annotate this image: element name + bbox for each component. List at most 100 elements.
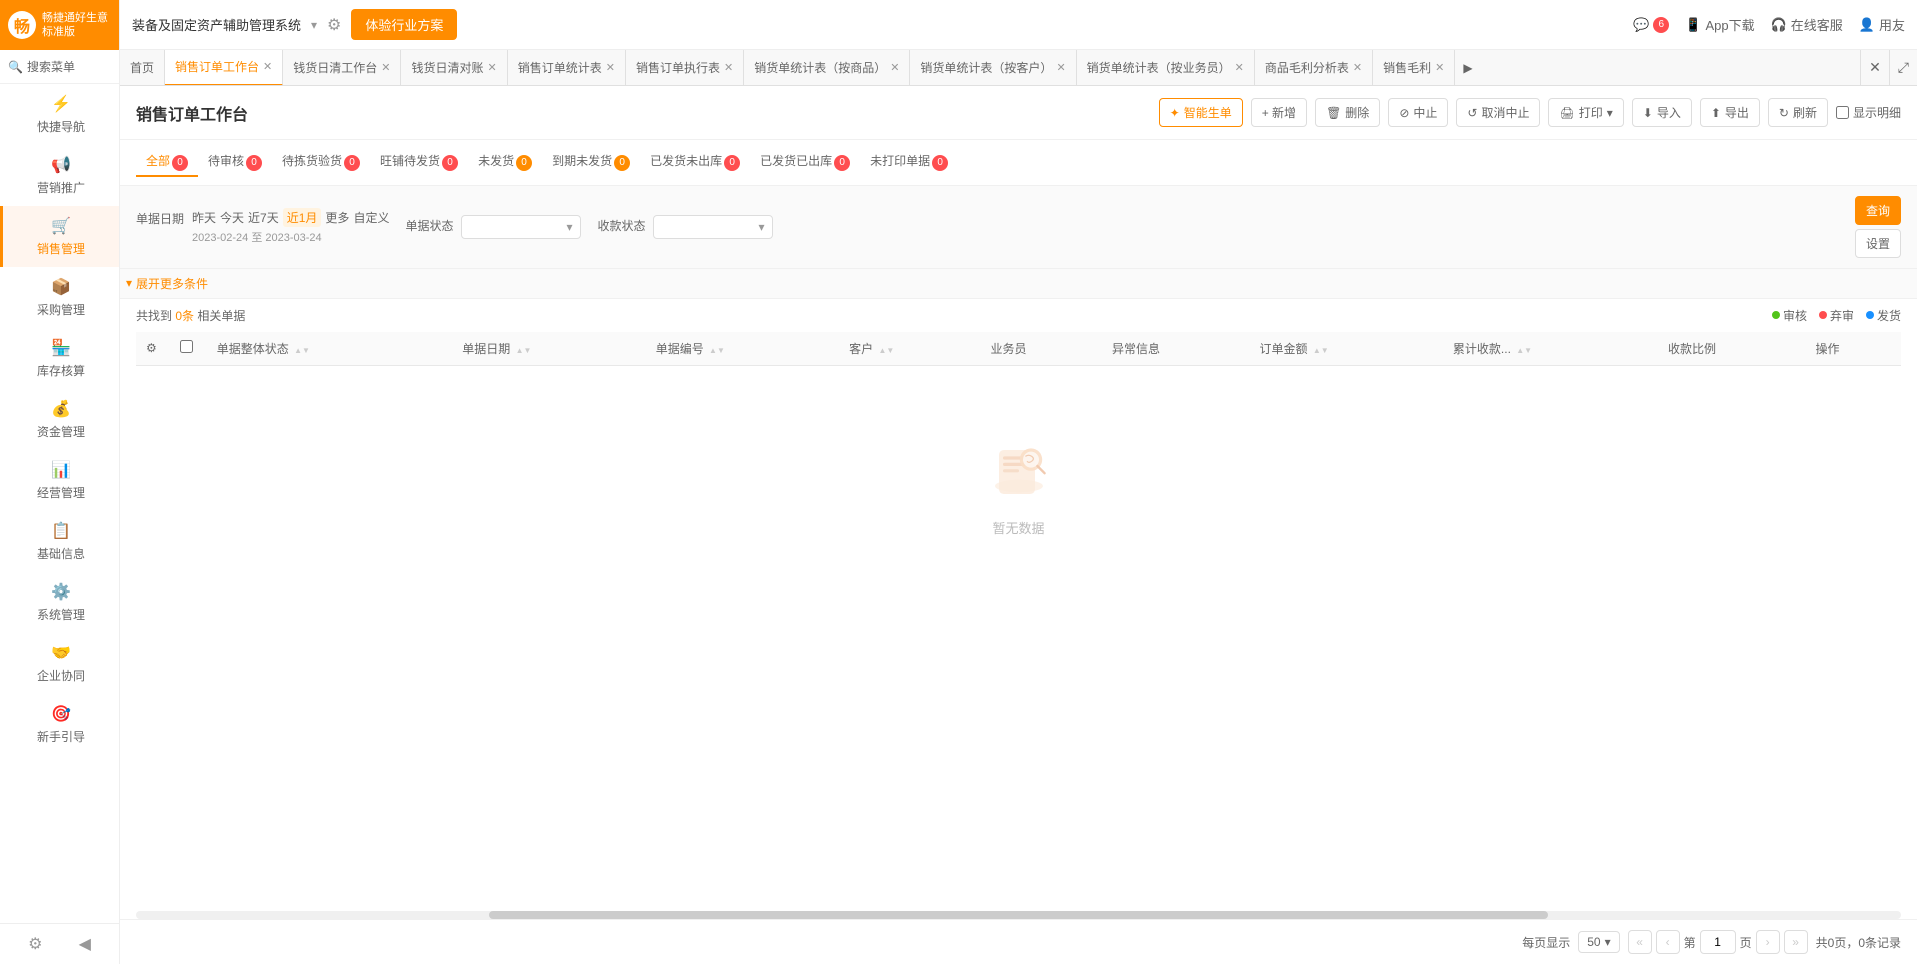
last-page-btn[interactable]: » bbox=[1784, 930, 1808, 954]
date-option-today[interactable]: 今天 bbox=[220, 209, 244, 226]
tab-shipment-product[interactable]: 销货单统计表（按商品） ✕ bbox=[744, 50, 910, 86]
sidebar-item-inventory[interactable]: 🏪 库存核算 bbox=[0, 328, 119, 389]
tab-close-sales-order[interactable]: ✕ bbox=[263, 60, 272, 73]
filter-tab-all[interactable]: 全部0 bbox=[136, 148, 198, 177]
delete-button[interactable]: 🗑 删除 bbox=[1315, 98, 1380, 127]
col-gear-icon[interactable]: ⚙ bbox=[146, 341, 157, 355]
sidebar-item-sales[interactable]: 🛒 销售管理 bbox=[0, 206, 119, 267]
sidebar-item-marketing[interactable]: 📢 营销推广 bbox=[0, 145, 119, 206]
module-dropdown-icon[interactable]: ▾ bbox=[311, 18, 317, 32]
tab-close-cash-daily[interactable]: ✕ bbox=[381, 61, 390, 74]
filter-tab-pending-inspection[interactable]: 待拣货验货0 bbox=[272, 148, 370, 177]
sidebar-item-operations[interactable]: 📊 经营管理 bbox=[0, 450, 119, 511]
review-action[interactable]: 审核 bbox=[1772, 307, 1807, 324]
filter-tab-pending-review[interactable]: 待审核0 bbox=[198, 148, 272, 177]
expand-conditions-btn[interactable]: ▾ 展开更多条件 bbox=[126, 275, 1911, 292]
settings-icon[interactable]: ⚙ bbox=[28, 934, 42, 954]
payment-select[interactable]: ▾ bbox=[653, 215, 773, 239]
add-button[interactable]: + 新增 bbox=[1251, 98, 1307, 127]
cancel-stop-button[interactable]: ↺ 取消中止 bbox=[1456, 98, 1540, 127]
sidebar-item-basic[interactable]: 📋 基础信息 bbox=[0, 511, 119, 572]
sidebar-item-guide[interactable]: 🎯 新手引导 bbox=[0, 694, 119, 755]
collapse-icon[interactable]: ◀ bbox=[79, 934, 91, 954]
stop-button[interactable]: ⊘ 中止 bbox=[1388, 98, 1448, 127]
tab-close-shipment-staff[interactable]: ✕ bbox=[1235, 61, 1244, 74]
tab-margin[interactable]: 商品毛利分析表 ✕ bbox=[1255, 50, 1373, 86]
tab-close-sales-exec[interactable]: ✕ bbox=[724, 61, 733, 74]
tab-sales-exec[interactable]: 销售订单执行表 ✕ bbox=[626, 50, 744, 86]
col-status-sort[interactable]: ▲▼ bbox=[294, 346, 310, 355]
col-date-sort[interactable]: ▲▼ bbox=[516, 346, 532, 355]
first-page-btn[interactable]: « bbox=[1628, 930, 1652, 954]
date-option-7days[interactable]: 近7天 bbox=[248, 209, 279, 226]
tab-close-shipment-product[interactable]: ✕ bbox=[890, 61, 899, 74]
col-amount-sort[interactable]: ▲▼ bbox=[1313, 346, 1329, 355]
ship-action[interactable]: 发货 bbox=[1866, 307, 1901, 324]
cancel-review-action[interactable]: 弃审 bbox=[1819, 307, 1854, 324]
sidebar-item-enterprise[interactable]: 🤝 企业协同 bbox=[0, 633, 119, 694]
status-select[interactable]: ▾ bbox=[461, 215, 581, 239]
filter-tab-shipped-not-out[interactable]: 已发货未出库0 bbox=[640, 148, 750, 177]
export-button[interactable]: ⬆ 导出 bbox=[1700, 98, 1760, 127]
topbar-gear-icon[interactable]: ⚙ bbox=[327, 15, 341, 35]
tab-prev-btn[interactable]: ✕ bbox=[1860, 50, 1889, 86]
filter-tab-overdue-not-shipped[interactable]: 到期未发货0 bbox=[542, 148, 640, 177]
tab-more-btn[interactable]: ▶ bbox=[1455, 61, 1480, 75]
col-number-sort[interactable]: ▲▼ bbox=[709, 346, 725, 355]
tab-shipment-customer[interactable]: 销货单统计表（按客户） ✕ bbox=[910, 50, 1076, 86]
query-button[interactable]: 查询 bbox=[1855, 196, 1901, 225]
sidebar-item-purchase[interactable]: 📦 采购管理 bbox=[0, 267, 119, 328]
col-status: 单据整体状态 ▲▼ bbox=[207, 332, 452, 366]
detail-checkbox[interactable] bbox=[1836, 106, 1849, 119]
tab-cash-daily[interactable]: 钱货日清工作台 ✕ bbox=[283, 50, 401, 86]
print-dropdown-icon: ▾ bbox=[1607, 106, 1613, 120]
tab-fullscreen-btn[interactable]: ⤢ bbox=[1889, 50, 1917, 86]
date-option-yesterday[interactable]: 昨天 bbox=[192, 209, 216, 226]
tab-close-margin[interactable]: ✕ bbox=[1353, 61, 1362, 74]
sidebar-item-quicknav[interactable]: ⚡ 快捷导航 bbox=[0, 84, 119, 145]
select-all-checkbox[interactable] bbox=[180, 340, 193, 353]
cancel-stop-icon: ↺ bbox=[1467, 106, 1477, 120]
tab-sales-order[interactable]: 销售订单工作台 ✕ bbox=[165, 50, 283, 86]
tab-shipment-staff[interactable]: 销货单统计表（按业务员） ✕ bbox=[1077, 50, 1255, 86]
tab-sales-stat[interactable]: 销售订单统计表 ✕ bbox=[508, 50, 626, 86]
app-download-btn[interactable]: 📱 App下载 bbox=[1685, 15, 1754, 34]
import-btn-label: 导入 bbox=[1657, 104, 1681, 121]
prev-page-btn[interactable]: ‹ bbox=[1656, 930, 1680, 954]
tab-close-cash-reconcile[interactable]: ✕ bbox=[488, 61, 497, 74]
import-button[interactable]: ⬇ 导入 bbox=[1632, 98, 1692, 127]
date-option-more[interactable]: 更多 bbox=[325, 209, 349, 226]
tab-close-sales-stat[interactable]: ✕ bbox=[606, 61, 615, 74]
date-option-custom[interactable]: 自定义 bbox=[353, 209, 389, 226]
print-button[interactable]: 🖨 打印 ▾ bbox=[1548, 98, 1623, 127]
tab-cash-reconcile[interactable]: 钱货日清对账 ✕ bbox=[401, 50, 507, 86]
horizontal-scrollbar[interactable] bbox=[136, 911, 1901, 919]
col-collected-sort[interactable]: ▲▼ bbox=[1516, 346, 1532, 355]
date-option-1month[interactable]: 近1月 bbox=[283, 208, 322, 227]
filter-tab-not-shipped[interactable]: 未发货0 bbox=[468, 148, 542, 177]
tab-close-sales-gross[interactable]: ✕ bbox=[1435, 61, 1444, 74]
page-size-select[interactable]: 50 ▾ bbox=[1578, 931, 1619, 953]
scroll-thumb[interactable] bbox=[489, 911, 1548, 919]
settings-filter-button[interactable]: 设置 bbox=[1855, 229, 1901, 258]
sidebar-search[interactable]: 🔍 搜索菜单 bbox=[0, 50, 119, 84]
module-title: 装备及固定资产辅助管理系统 bbox=[132, 15, 301, 34]
page-input[interactable] bbox=[1700, 930, 1736, 954]
online-service-btn[interactable]: 🎧 在线客服 bbox=[1771, 15, 1843, 34]
user-menu-btn[interactable]: 👤 用友 bbox=[1859, 15, 1905, 34]
sidebar-item-system[interactable]: ⚙️ 系统管理 bbox=[0, 572, 119, 633]
detail-checkbox-label[interactable]: 显示明细 bbox=[1836, 104, 1901, 121]
refresh-button[interactable]: ↻ 刷新 bbox=[1768, 98, 1828, 127]
filter-tab-shipped-out[interactable]: 已发货已出库0 bbox=[750, 148, 860, 177]
solution-button[interactable]: 体验行业方案 bbox=[351, 9, 457, 40]
filter-tab-not-printed[interactable]: 未打印单据0 bbox=[860, 148, 958, 177]
message-btn[interactable]: 💬 6 bbox=[1633, 17, 1669, 33]
tab-close-shipment-customer[interactable]: ✕ bbox=[1056, 61, 1065, 74]
next-page-btn[interactable]: › bbox=[1756, 930, 1780, 954]
col-customer-sort[interactable]: ▲▼ bbox=[878, 346, 894, 355]
tab-home[interactable]: 首页 bbox=[120, 50, 165, 86]
tab-sales-gross[interactable]: 销售毛利 ✕ bbox=[1373, 50, 1455, 86]
filter-tab-wangpu[interactable]: 旺铺待发货0 bbox=[370, 148, 468, 177]
sidebar-item-finance[interactable]: 💰 资金管理 bbox=[0, 389, 119, 450]
ai-generate-button[interactable]: ✦ 智能生单 bbox=[1159, 98, 1243, 127]
